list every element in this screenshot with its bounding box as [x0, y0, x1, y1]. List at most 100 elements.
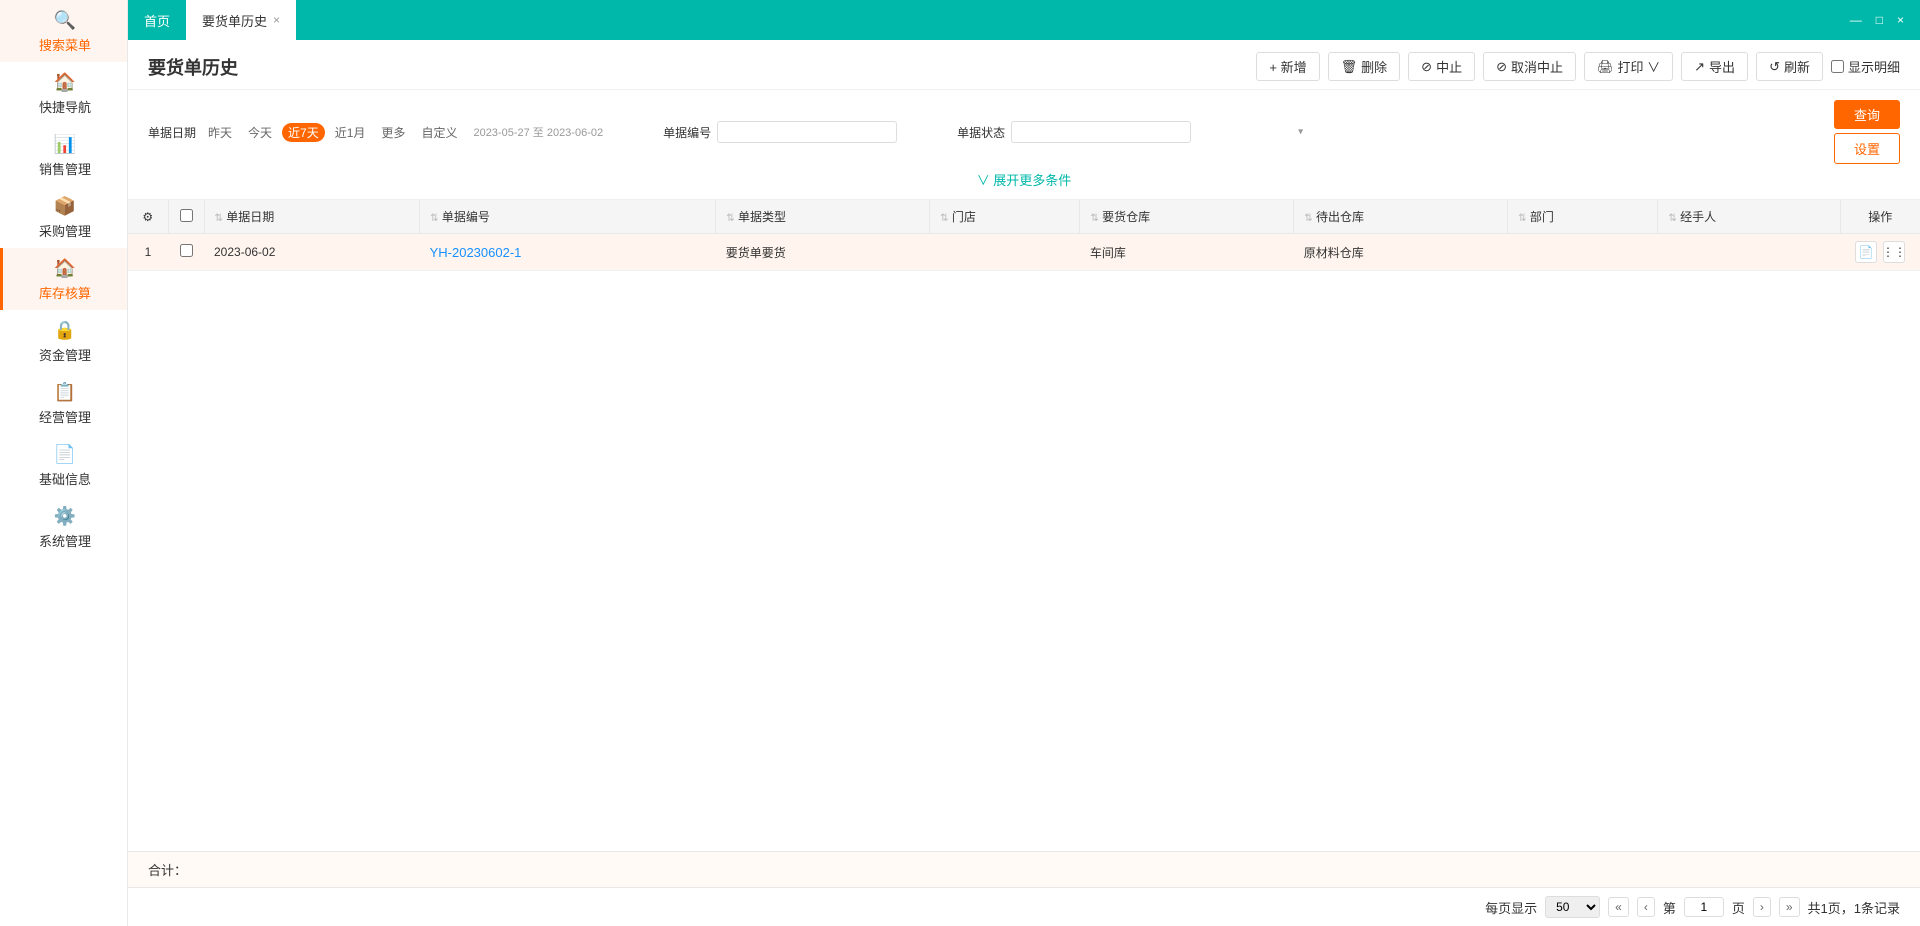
header-buttons: + 新增 🗑 删除 ⊘ 中止 ⊘ 取消中止 🖨 打印 ∨: [1256, 52, 1900, 81]
col-operations: 操作: [1840, 200, 1920, 234]
sidebar-item-search-menu[interactable]: 🔍 搜索菜单: [0, 0, 127, 62]
first-page-button[interactable]: «: [1608, 897, 1629, 917]
col-bill-date: ⇅ 单据日期: [204, 200, 420, 234]
op-edit-0[interactable]: 📄: [1855, 241, 1877, 263]
row-req-warehouse-0: 车间库: [1080, 234, 1294, 271]
active-tab[interactable]: 要货单历史 ×: [186, 0, 296, 40]
page-suffix: 页: [1732, 898, 1745, 917]
row-store-0: [930, 234, 1080, 271]
table-header-row: ⚙ ⇅ 单据日期 ⇅ 单据编号 ⇅ 单据类型 ⇅ 门店 ⇅ 要货仓库 ⇅ 待出仓…: [128, 200, 1920, 234]
refresh-icon: ↺: [1769, 59, 1780, 75]
row-bill-type-0: 要货单要货: [716, 234, 930, 271]
pagination-bar: 每页显示 50 100 « ‹ 第 页 › » 共1页，1条记录: [128, 887, 1920, 926]
sidebar-label-inventory-calc: 库存核算: [39, 283, 91, 302]
display-detail-label: 显示明细: [1848, 57, 1900, 76]
total-info: 共1页，1条记录: [1808, 898, 1900, 917]
row-department-0: [1508, 234, 1658, 271]
bill-status-filter: 单据状态: [957, 121, 1814, 143]
sidebar-item-basic-info[interactable]: 📄 基础信息: [0, 434, 127, 496]
date-pills: 昨天 今天 近7天 近1月 更多 自定义: [202, 123, 463, 142]
sidebar-label-system-mgmt: 系统管理: [39, 531, 91, 550]
date-range-display: 2023-05-27 至 2023-06-02: [473, 124, 603, 140]
sidebar-label-purchase-mgmt: 采购管理: [39, 221, 91, 240]
row-select-checkbox-0[interactable]: [180, 244, 193, 257]
refresh-button-label: 刷新: [1784, 57, 1810, 76]
display-detail-toggle[interactable]: 显示明细: [1831, 57, 1900, 76]
sidebar-label-sales-mgmt: 销售管理: [39, 159, 91, 178]
filter-area: 单据日期 昨天 今天 近7天 近1月 更多 自定义 2023-05-27 至 2…: [128, 90, 1920, 200]
op-more-0[interactable]: ⋮⋮: [1883, 241, 1905, 263]
sidebar-item-purchase-mgmt[interactable]: 📦 采购管理: [0, 186, 127, 248]
print-button[interactable]: 🖨 打印 ∨: [1584, 52, 1673, 81]
page-header: 要货单历史 + 新增 🗑 删除 ⊘ 中止 ⊘ 取消中止 🖨: [128, 40, 1920, 90]
select-all-checkbox[interactable]: [180, 209, 193, 222]
sidebar-icon-operations-mgmt: 📋: [54, 382, 76, 403]
sidebar-icon-basic-info: 📄: [54, 444, 76, 465]
row-checkbox-0[interactable]: [168, 234, 204, 271]
settings-button[interactable]: 设置: [1834, 133, 1900, 164]
delete-icon: 🗑: [1341, 59, 1358, 75]
col-checkbox: [168, 200, 204, 234]
sidebar-label-capital-mgmt: 资金管理: [39, 345, 91, 364]
content-area: 要货单历史 + 新增 🗑 删除 ⊘ 中止 ⊘ 取消中止 🖨: [128, 40, 1920, 926]
cancel-stop-icon: ⊘: [1496, 59, 1507, 75]
sidebar: 🔍 搜索菜单 🏠 快捷导航 📊 销售管理 📦 采购管理 🏠 库存核算 🔒 资金管…: [0, 0, 128, 926]
print-button-label: 打印 ∨: [1618, 57, 1661, 76]
col-department: ⇅ 部门: [1508, 200, 1658, 234]
sidebar-icon-purchase-mgmt: 📦: [54, 196, 76, 217]
last-page-button[interactable]: »: [1779, 897, 1800, 917]
cancel-stop-button[interactable]: ⊘ 取消中止: [1483, 52, 1576, 81]
data-table: ⚙ ⇅ 单据日期 ⇅ 单据编号 ⇅ 单据类型 ⇅ 门店 ⇅ 要货仓库 ⇅ 待出仓…: [128, 200, 1920, 271]
refresh-button[interactable]: ↺ 刷新: [1756, 52, 1823, 81]
prev-page-button[interactable]: ‹: [1637, 897, 1655, 917]
row-bill-no-0[interactable]: YH-20230602-1: [420, 234, 716, 271]
page-label: 第: [1663, 898, 1676, 917]
export-button[interactable]: ↗ 导出: [1681, 52, 1748, 81]
expand-more-button[interactable]: ∨ 展开更多条件: [148, 170, 1900, 189]
col-bill-type: ⇅ 单据类型: [716, 200, 930, 234]
date-pill-today[interactable]: 今天: [242, 123, 278, 142]
close-tab-icon[interactable]: ×: [273, 13, 280, 27]
sidebar-icon-inventory-calc: 🏠: [54, 258, 76, 279]
date-pill-yesterday[interactable]: 昨天: [202, 123, 238, 142]
display-detail-checkbox[interactable]: [1831, 60, 1844, 73]
sidebar-item-quick-nav[interactable]: 🏠 快捷导航: [0, 62, 127, 124]
table-wrapper: ⚙ ⇅ 单据日期 ⇅ 单据编号 ⇅ 单据类型 ⇅ 门店 ⇅ 要货仓库 ⇅ 待出仓…: [128, 200, 1920, 851]
col-req-warehouse: ⇅ 要货仓库: [1080, 200, 1294, 234]
bill-no-input[interactable]: [717, 121, 897, 143]
query-buttons: 查询 设置: [1834, 100, 1900, 164]
row-bill-no-link-0[interactable]: YH-20230602-1: [430, 245, 522, 260]
col-pending-warehouse: ⇅ 待出仓库: [1294, 200, 1508, 234]
minimize-button[interactable]: —: [1850, 13, 1862, 27]
sidebar-item-system-mgmt[interactable]: ⚙️ 系统管理: [0, 496, 127, 558]
sidebar-icon-capital-mgmt: 🔒: [54, 320, 76, 341]
date-pill-more[interactable]: 更多: [375, 123, 411, 142]
stop-button[interactable]: ⊘ 中止: [1408, 52, 1475, 81]
sidebar-label-basic-info: 基础信息: [39, 469, 91, 488]
sidebar-icon-quick-nav: 🏠: [54, 72, 76, 93]
delete-button-label: 删除: [1361, 57, 1387, 76]
footer-total-label: 合计：: [148, 860, 187, 879]
new-button-label: + 新增: [1269, 57, 1306, 76]
close-window-button[interactable]: ×: [1897, 13, 1904, 27]
main-area: 首页 要货单历史 × — □ × 要货单历史 + 新增 🗑 删除: [128, 0, 1920, 926]
delete-button[interactable]: 🗑 删除: [1328, 52, 1401, 81]
current-page-input[interactable]: [1684, 897, 1724, 917]
sidebar-item-inventory-calc[interactable]: 🏠 库存核算: [0, 248, 127, 310]
maximize-button[interactable]: □: [1876, 13, 1883, 27]
sidebar-item-capital-mgmt[interactable]: 🔒 资金管理: [0, 310, 127, 372]
sidebar-item-operations-mgmt[interactable]: 📋 经营管理: [0, 372, 127, 434]
next-page-button[interactable]: ›: [1753, 897, 1771, 917]
date-pill-last7days[interactable]: 近7天: [282, 123, 325, 142]
sort-icon: ⇅: [215, 213, 223, 224]
sidebar-item-sales-mgmt[interactable]: 📊 销售管理: [0, 124, 127, 186]
new-button[interactable]: + 新增: [1256, 52, 1319, 81]
date-pill-custom[interactable]: 自定义: [415, 123, 463, 142]
date-pill-last1month[interactable]: 近1月: [329, 123, 372, 142]
query-button[interactable]: 查询: [1834, 100, 1900, 129]
bill-status-select[interactable]: [1011, 121, 1191, 143]
row-pending-warehouse-0: 原材料仓库: [1294, 234, 1508, 271]
home-tab[interactable]: 首页: [128, 0, 186, 40]
page-size-select[interactable]: 50 100: [1545, 896, 1600, 918]
sidebar-label-search-menu: 搜索菜单: [39, 35, 91, 54]
